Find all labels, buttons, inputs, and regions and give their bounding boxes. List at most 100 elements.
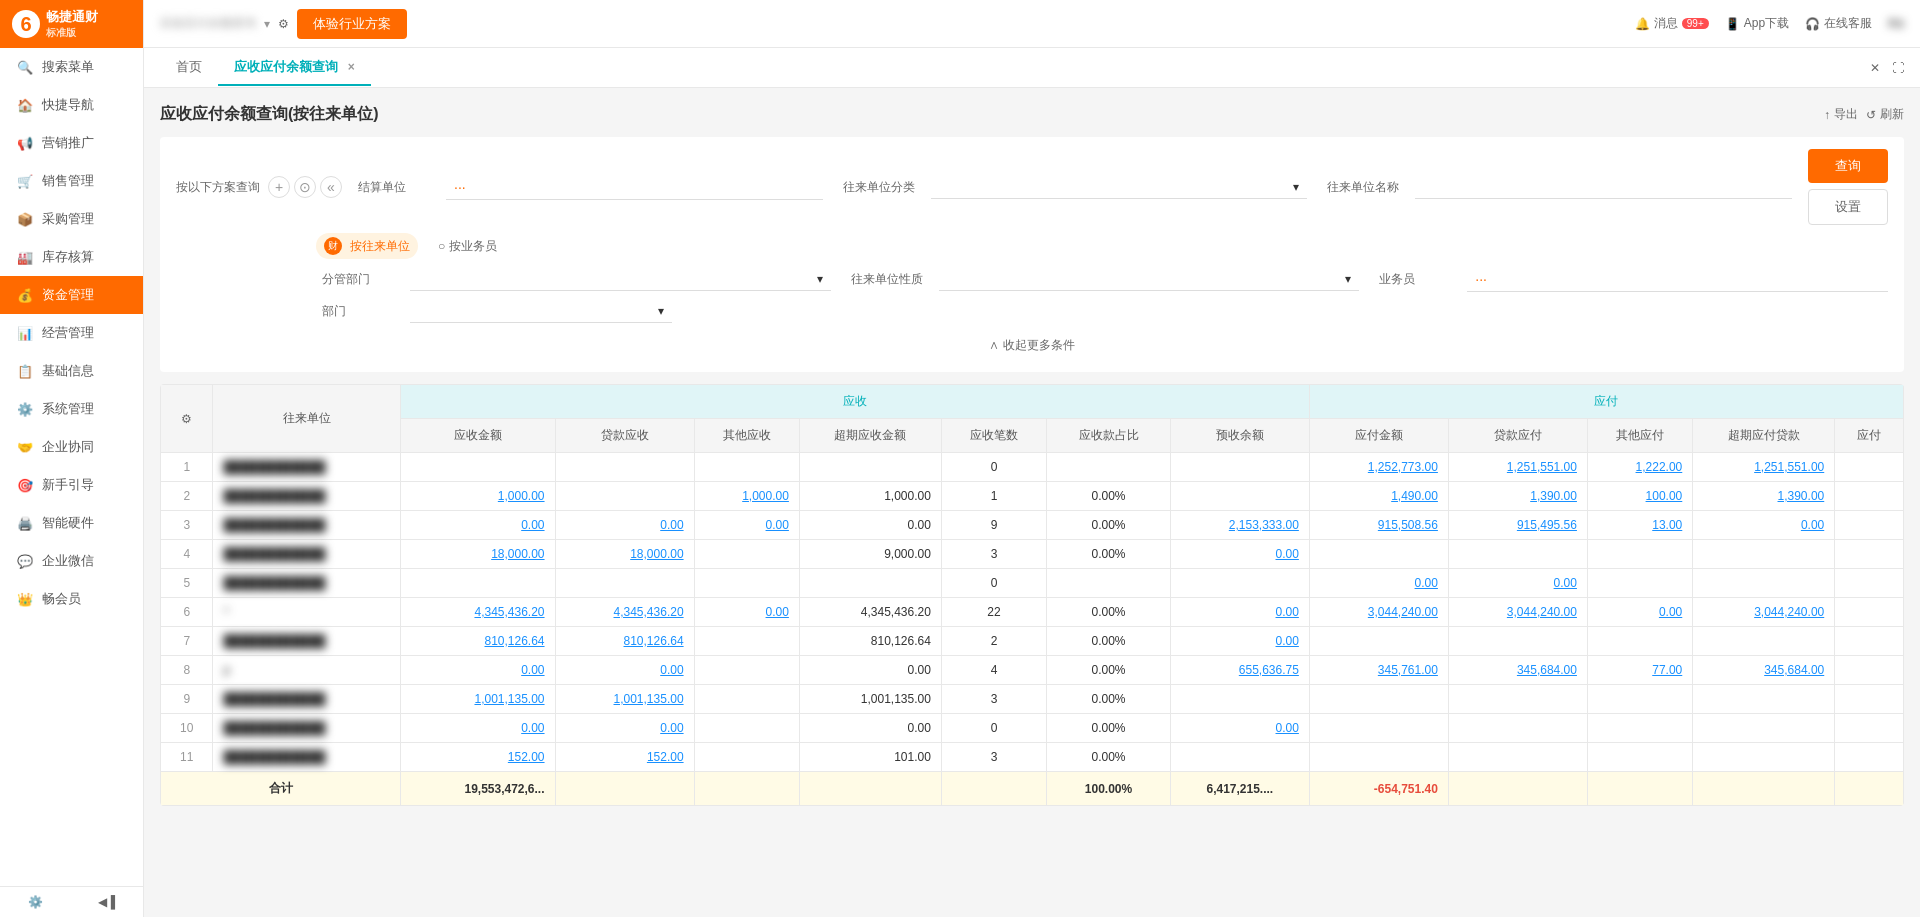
filter-label-section: 按以下方案查询 + ⊙ « (176, 176, 342, 198)
settings-gear-btn[interactable]: ⚙ (278, 17, 289, 31)
tab-ar-ap[interactable]: 应收应付余额查询 × (218, 50, 371, 86)
table-row: 4████████████18,000.0018,000.009,000.003… (161, 540, 1904, 569)
member-icon: 👑 (16, 592, 34, 607)
sidebar-item-inventory[interactable]: 🏭 库存核算 (0, 238, 143, 276)
sidebar-item-search-menu[interactable]: 🔍 搜索菜单 (0, 48, 143, 86)
window-maximize-btn[interactable]: ⛶ (1892, 61, 1904, 75)
sidebar-collapse-btn[interactable]: ◀▐ (98, 895, 116, 909)
filter-group-by-unit[interactable]: 财 按往来单位 (316, 233, 418, 259)
table-row: 10████████████0.000.000.0000.00%0.00 (161, 714, 1904, 743)
page-content: 应收应付余额查询(按往来单位) ↑ 导出 ↺ 刷新 按以下方案查询 + (144, 88, 1920, 917)
sidebar-item-system[interactable]: ⚙️ 系统管理 (0, 390, 143, 428)
sidebar: 6 畅捷通财 标准版 🔍 搜索菜单 🏠 快捷导航 📢 营销推广 🛒 销售管理 📦… (0, 0, 144, 917)
tab-home-label: 首页 (176, 59, 202, 74)
collapse-more-btn[interactable]: ∧ 收起更多条件 (176, 331, 1888, 360)
online-service-btn[interactable]: 🎧 在线客服 (1805, 15, 1872, 32)
sidebar-item-enterprise[interactable]: 🤝 企业协同 (0, 428, 143, 466)
marketing-icon: 📢 (16, 136, 34, 151)
sidebar-item-label: 资金管理 (42, 286, 94, 304)
sidebar-item-operations[interactable]: 📊 经营管理 (0, 314, 143, 352)
setup-btn[interactable]: 设置 (1808, 189, 1888, 225)
filter-field-unit-cat: 往来单位分类 ▾ (843, 176, 1308, 199)
cell-unit: ████████████ (213, 511, 401, 540)
unit-nature-select[interactable]: ▾ (939, 268, 1360, 291)
footer-ar-prepay: 6,417,215.... (1170, 772, 1309, 806)
table-row: 5████████████00.000.00 (161, 569, 1904, 598)
filter-area: 按以下方案查询 + ⊙ « 结算单位 ··· (160, 137, 1904, 372)
tab-close-icon[interactable]: × (348, 60, 355, 74)
logo-icon: 6 (12, 10, 40, 38)
tab-ar-ap-label: 应收应付余额查询 (234, 59, 338, 74)
sidebar-item-label: 营销推广 (42, 134, 94, 152)
sidebar-item-sales[interactable]: 🛒 销售管理 (0, 162, 143, 200)
notification-badge: 99+ (1682, 18, 1709, 29)
top-bar-right: 🔔 消息 99+ 📱 App下载 🎧 在线客服 Rit (1635, 15, 1904, 32)
industry-solution-btn[interactable]: 体验行业方案 (297, 9, 407, 39)
sidebar-item-basic-info[interactable]: 📋 基础信息 (0, 352, 143, 390)
footer-ap-overdue (1693, 772, 1835, 806)
export-icon: ↑ (1824, 108, 1830, 122)
page-header: 应收应付余额查询(按往来单位) ↑ 导出 ↺ 刷新 (160, 104, 1904, 125)
filter-row-2: 分管部门 ▾ 往来单位性质 ▾ 业务员 ··· (176, 267, 1888, 292)
window-close-btn[interactable]: ✕ (1870, 61, 1880, 75)
notification-btn[interactable]: 🔔 消息 99+ (1635, 15, 1709, 32)
footer-ap-amt: -654,751.40 (1309, 772, 1448, 806)
query-btn[interactable]: 查询 (1808, 149, 1888, 183)
sidebar-item-smart-hw[interactable]: 🖨️ 智能硬件 (0, 504, 143, 542)
tab-home[interactable]: 首页 (160, 50, 218, 86)
sidebar-item-guide[interactable]: 🎯 新手引导 (0, 466, 143, 504)
filter-target-btn[interactable]: ⊙ (294, 176, 316, 198)
cell-unit: ████████████ (213, 627, 401, 656)
th-ar-amt: 应收金额 (401, 419, 555, 453)
cell-unit: ████████████ (213, 540, 401, 569)
smart-hw-icon: 🖨️ (16, 516, 34, 531)
field-label-unit-name: 往来单位名称 (1327, 179, 1407, 196)
th-ap-other: 其他应付 (1587, 419, 1692, 453)
cell-unit: ████████████ (213, 714, 401, 743)
sidebar-item-marketing[interactable]: 📢 营销推广 (0, 124, 143, 162)
sidebar-item-enterprise-wx[interactable]: 💬 企业微信 (0, 542, 143, 580)
notification-label: 消息 (1654, 15, 1678, 32)
footer-ar-amt: 19,553,472,6... (401, 772, 555, 806)
notification-icon: 🔔 (1635, 17, 1650, 31)
unit-name-input[interactable] (1415, 176, 1792, 199)
sidebar-item-label: 新手引导 (42, 476, 94, 494)
unit-cat-select[interactable]: ▾ (931, 176, 1308, 199)
field-settlement-dots[interactable]: ··· (454, 179, 466, 195)
dept-manage-select[interactable]: ▾ (410, 268, 831, 291)
sidebar-item-purchase[interactable]: 📦 采购管理 (0, 200, 143, 238)
data-table: ⚙ 往来单位 应收 应付 应收金额 贷款应收 其他应收 超期应收金额 应收笔数 … (160, 384, 1904, 806)
filter-collapse-btn[interactable]: « (320, 176, 342, 198)
breadcrumb-expand-icon[interactable]: ▾ (264, 17, 270, 31)
inventory-icon: 🏭 (16, 250, 34, 265)
cell-unit: ^ (213, 598, 401, 627)
sidebar-settings-btn[interactable]: ⚙️ (28, 895, 43, 909)
sidebar-item-finance[interactable]: 💰 资金管理 (0, 276, 143, 314)
export-btn[interactable]: ↑ 导出 (1824, 106, 1858, 123)
sidebar-item-member[interactable]: 👑 畅会员 (0, 580, 143, 618)
refresh-btn[interactable]: ↺ 刷新 (1866, 106, 1904, 123)
sidebar-item-label: 经营管理 (42, 324, 94, 342)
page-title: 应收应付余额查询(按往来单位) (160, 104, 379, 125)
filter-group-label: 按往来单位 (350, 238, 410, 255)
top-bar-left: 应收应付余额查询 ▾ ⚙ 体验行业方案 (160, 9, 1635, 39)
salesman-dots-btn[interactable]: ··· (1475, 271, 1487, 287)
dept-select[interactable]: ▾ (410, 300, 672, 323)
filter-fields-row3: 部门 ▾ (322, 300, 672, 323)
sidebar-item-label: 企业微信 (42, 552, 94, 570)
filter-add-btn[interactable]: + (268, 176, 290, 198)
footer-ar-ratio: 100.00% (1047, 772, 1171, 806)
th-settings[interactable]: ⚙ (161, 385, 213, 453)
field-label-unit-cat: 往来单位分类 (843, 179, 923, 196)
cell-unit: ████████████ (213, 743, 401, 772)
table-row: 3████████████0.000.000.000.0090.00%2,153… (161, 511, 1904, 540)
app-download-btn[interactable]: 📱 App下载 (1725, 15, 1789, 32)
cell-unit: ████████████ (213, 482, 401, 511)
query-buttons: 查询 设置 (1808, 149, 1888, 225)
table-row: 8p0.000.000.0040.00%655,636.75345,761.00… (161, 656, 1904, 685)
collapse-icon: ∧ (989, 338, 1002, 352)
cell-unit: ████████████ (213, 685, 401, 714)
filter-fields-row1: 结算单位 ··· 往来单位分类 ▾ 往来单位名称 (358, 175, 1792, 200)
filter-group-by-staff[interactable]: ○ 按业务员 (430, 234, 505, 259)
sidebar-item-quick-nav[interactable]: 🏠 快捷导航 (0, 86, 143, 124)
